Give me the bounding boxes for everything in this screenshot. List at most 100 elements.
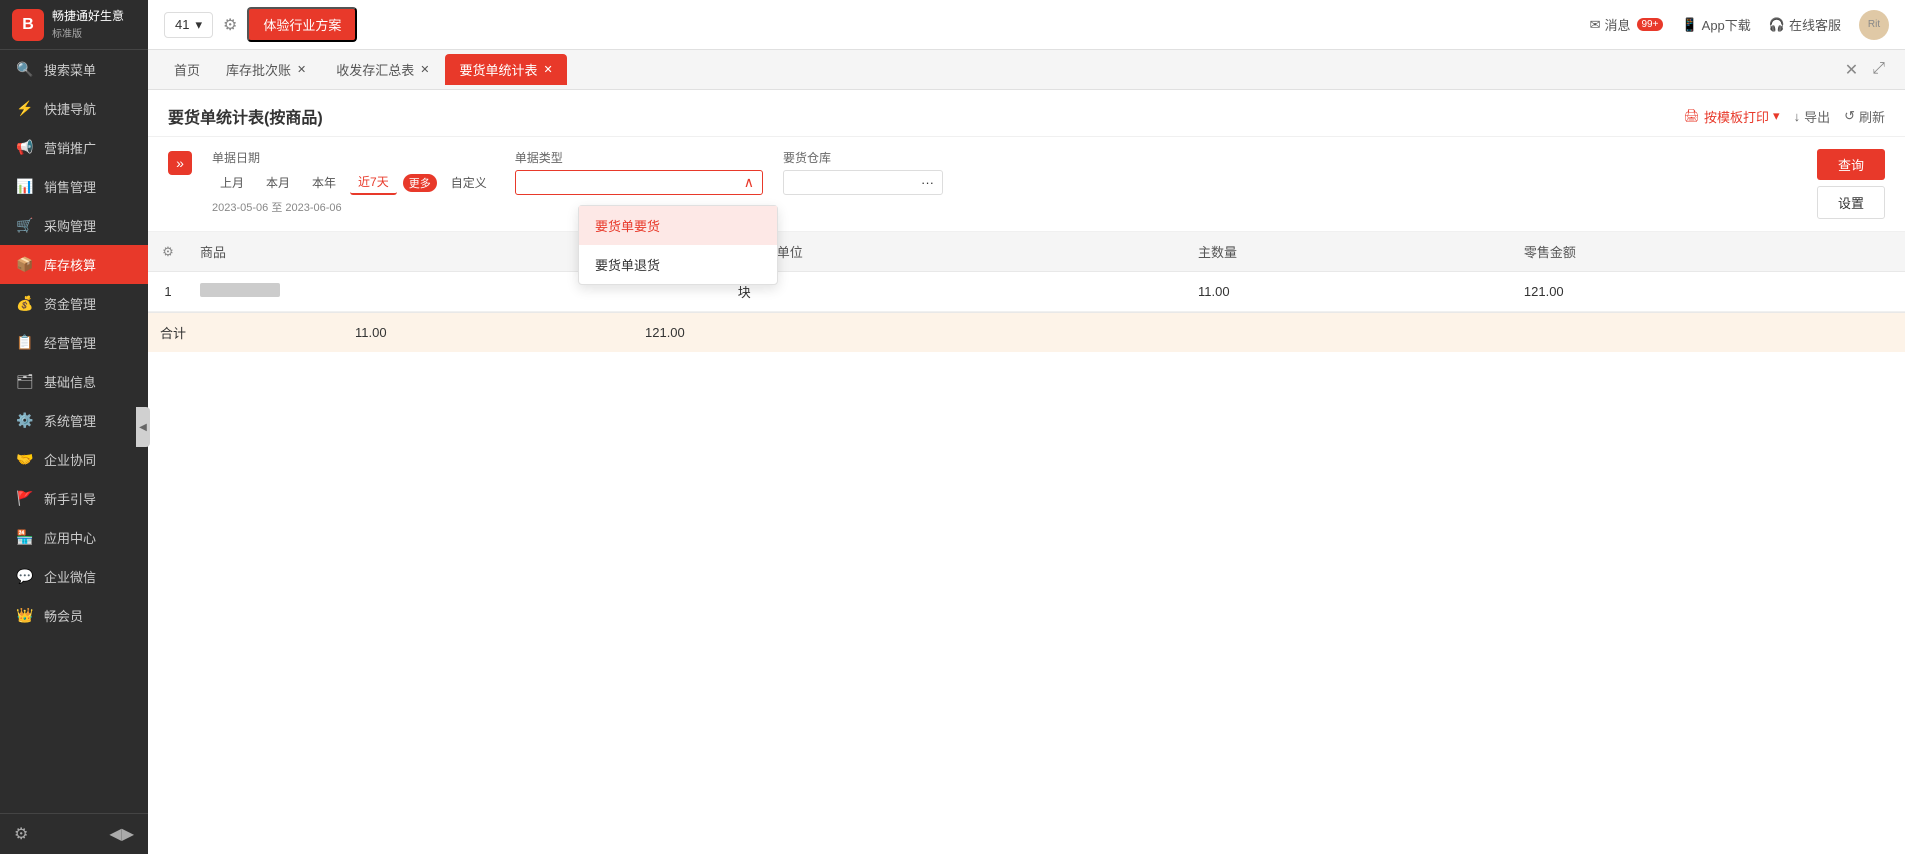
tab-inventory-batch[interactable]: 库存批次账 ✕ (212, 54, 320, 85)
service-label: 在线客服 (1789, 15, 1841, 34)
maximize-btn[interactable]: ⤢ (1868, 58, 1889, 82)
qty-cell: 11.00 (1186, 272, 1512, 312)
setting-btn[interactable]: 设置 (1817, 186, 1885, 219)
close-all-tabs-btn[interactable]: ✕ (1841, 58, 1862, 82)
message-icon: ✉ (1590, 17, 1601, 33)
filter-actions: 查询 设置 (1817, 149, 1885, 219)
topbar-gear-icon[interactable]: ⚙ (223, 15, 237, 35)
doc-type-filter-group: 单据类型 ∧ (515, 149, 763, 195)
sidebar-item-label: 快捷导航 (44, 99, 134, 118)
operation-icon: 📋 (14, 334, 36, 351)
data-table-wrap: ⚙ 商品 主计量单位 主数量 零售金额 1 块 (148, 232, 1905, 312)
topbar-left: 41 ▾ ⚙ 体验行业方案 (164, 7, 1590, 42)
sidebar-item-purchase[interactable]: 🛒 采购管理 (0, 206, 148, 245)
chevron-down-icon: ▾ (195, 17, 202, 33)
tab-order-summary[interactable]: 要货单统计表 ✕ (445, 54, 566, 85)
print-template-btn[interactable]: 🖨 按模板打印 ▾ (1684, 107, 1780, 126)
export-btn[interactable]: ↓ 导出 (1794, 107, 1831, 126)
tab-label: 库存批次账 (226, 60, 291, 79)
export-label: 导出 (1804, 107, 1830, 126)
message-btn[interactable]: ✉ 消息 99+ (1590, 15, 1664, 34)
tab-collection-summary[interactable]: 收发存汇总表 ✕ (322, 54, 443, 85)
flash-icon: ⚡ (14, 100, 36, 117)
sidebar-item-sales[interactable]: 📊 销售管理 (0, 167, 148, 206)
logo-icon: B (12, 9, 44, 41)
sidebar-item-label: 应用中心 (44, 528, 134, 547)
refresh-btn[interactable]: ↺ 刷新 (1844, 107, 1885, 126)
input-clear-icon[interactable]: ∧ (744, 174, 754, 191)
sidebar-item-wxwork[interactable]: 💬 企业微信 (0, 557, 148, 596)
avatar-text: Rit (1868, 19, 1880, 30)
sidebar-collapse-btn[interactable]: ◀ (136, 407, 150, 447)
phone-icon: 📱 (1681, 17, 1697, 33)
table-col-qty: 主数量 (1186, 232, 1512, 272)
app-title: 畅捷通好生意 (52, 9, 124, 25)
chevron-down-icon: ▾ (1773, 108, 1780, 124)
export-icon: ↓ (1794, 109, 1801, 124)
doc-type-input[interactable] (524, 175, 744, 190)
collapse-icon[interactable]: ◀▶ (109, 824, 134, 844)
sidebar-item-system[interactable]: ⚙️ 系统管理 (0, 401, 148, 440)
table-col-amount: 零售金额 (1512, 232, 1905, 272)
date-custom-btn[interactable]: 自定义 (443, 171, 495, 194)
data-table: ⚙ 商品 主计量单位 主数量 零售金额 1 块 (148, 232, 1905, 312)
online-service-btn[interactable]: 🎧 在线客服 (1769, 15, 1841, 34)
tab-close-icon[interactable]: ✕ (544, 63, 553, 76)
sidebar-item-shortcut[interactable]: ⚡ 快捷导航 (0, 89, 148, 128)
filter-expand-btn[interactable]: » (168, 151, 192, 175)
sidebar-item-appstore[interactable]: 🏪 应用中心 (0, 518, 148, 557)
tab-close-icon[interactable]: ✕ (297, 63, 306, 76)
sidebar-item-inventory[interactable]: 📦 库存核算 (0, 245, 148, 284)
date-more-badge[interactable]: 更多 (403, 174, 437, 192)
headset-icon: 🎧 (1769, 17, 1785, 33)
sidebar-item-label: 经营管理 (44, 333, 134, 352)
sidebar-item-enterprise[interactable]: 🤝 企业协同 (0, 440, 148, 479)
warehouse-label: 要货仓库 (783, 149, 943, 166)
tab-label: 收发存汇总表 (336, 60, 414, 79)
doc-type-input-wrap[interactable]: ∧ (515, 170, 763, 195)
column-settings-icon[interactable]: ⚙ (162, 244, 174, 259)
date-filter-label: 单据日期 (212, 149, 495, 166)
date-filter-row: 上月 本月 本年 近7天 更多 自定义 (212, 170, 495, 195)
refresh-icon: ↺ (1844, 108, 1855, 124)
app-label: App下载 (1702, 15, 1751, 34)
sidebar-item-vip[interactable]: 👑 畅会员 (0, 596, 148, 635)
date-prev-month-btn[interactable]: 上月 (212, 171, 252, 194)
org-selector[interactable]: 41 ▾ (164, 12, 213, 38)
sidebar-item-operation[interactable]: 📋 经营管理 (0, 323, 148, 362)
tabbar: 首页 库存批次账 ✕ 收发存汇总表 ✕ 要货单统计表 ✕ ✕ ⤢ (148, 50, 1905, 90)
basic-icon: 🗂 (14, 373, 36, 390)
user-avatar[interactable]: Rit (1859, 10, 1889, 40)
date-this-year-btn[interactable]: 本年 (304, 171, 344, 194)
refresh-label: 刷新 (1859, 107, 1885, 126)
sidebar-item-label: 销售管理 (44, 177, 134, 196)
date-7days-btn[interactable]: 近7天 (350, 170, 397, 195)
date-this-month-btn[interactable]: 本月 (258, 171, 298, 194)
app-subtitle: 标准版 (52, 25, 124, 40)
table-body: 1 块 11.00 121.00 (148, 272, 1905, 312)
sidebar-item-marketing[interactable]: 📢 营销推广 (0, 128, 148, 167)
app-download-btn[interactable]: 📱 App下载 (1681, 15, 1750, 34)
dropdown-item-order-return[interactable]: 要货单退货 (579, 245, 777, 284)
doc-type-label: 单据类型 (515, 149, 763, 166)
dropdown-item-order-purchase[interactable]: 要货单要货 (579, 206, 777, 245)
table-header-row: ⚙ 商品 主计量单位 主数量 零售金额 (148, 232, 1905, 272)
sidebar-item-finance[interactable]: 💰 资金管理 (0, 284, 148, 323)
guide-icon: 🚩 (14, 490, 36, 507)
warehouse-filter-group: 要货仓库 ··· (783, 149, 943, 195)
query-btn[interactable]: 查询 (1817, 149, 1885, 180)
table-col-settings[interactable]: ⚙ (148, 232, 188, 272)
more-options-icon: ··· (921, 175, 934, 190)
trial-btn[interactable]: 体验行业方案 (247, 7, 357, 42)
tab-home[interactable]: 首页 (164, 54, 210, 85)
sidebar-item-guide[interactable]: 🚩 新手引导 (0, 479, 148, 518)
tab-close-icon[interactable]: ✕ (420, 63, 429, 76)
unit-cell: 块 (726, 272, 1186, 312)
enterprise-icon: 🤝 (14, 451, 36, 468)
settings-footer-icon[interactable]: ⚙ (14, 824, 28, 844)
print-label: 按模板打印 (1704, 107, 1769, 126)
table-col-unit: 主计量单位 (726, 232, 1186, 272)
sidebar-item-search[interactable]: 🔍 搜索菜单 (0, 50, 148, 89)
sidebar-item-basic[interactable]: 🗂 基础信息 (0, 362, 148, 401)
warehouse-input[interactable]: ··· (783, 170, 943, 195)
